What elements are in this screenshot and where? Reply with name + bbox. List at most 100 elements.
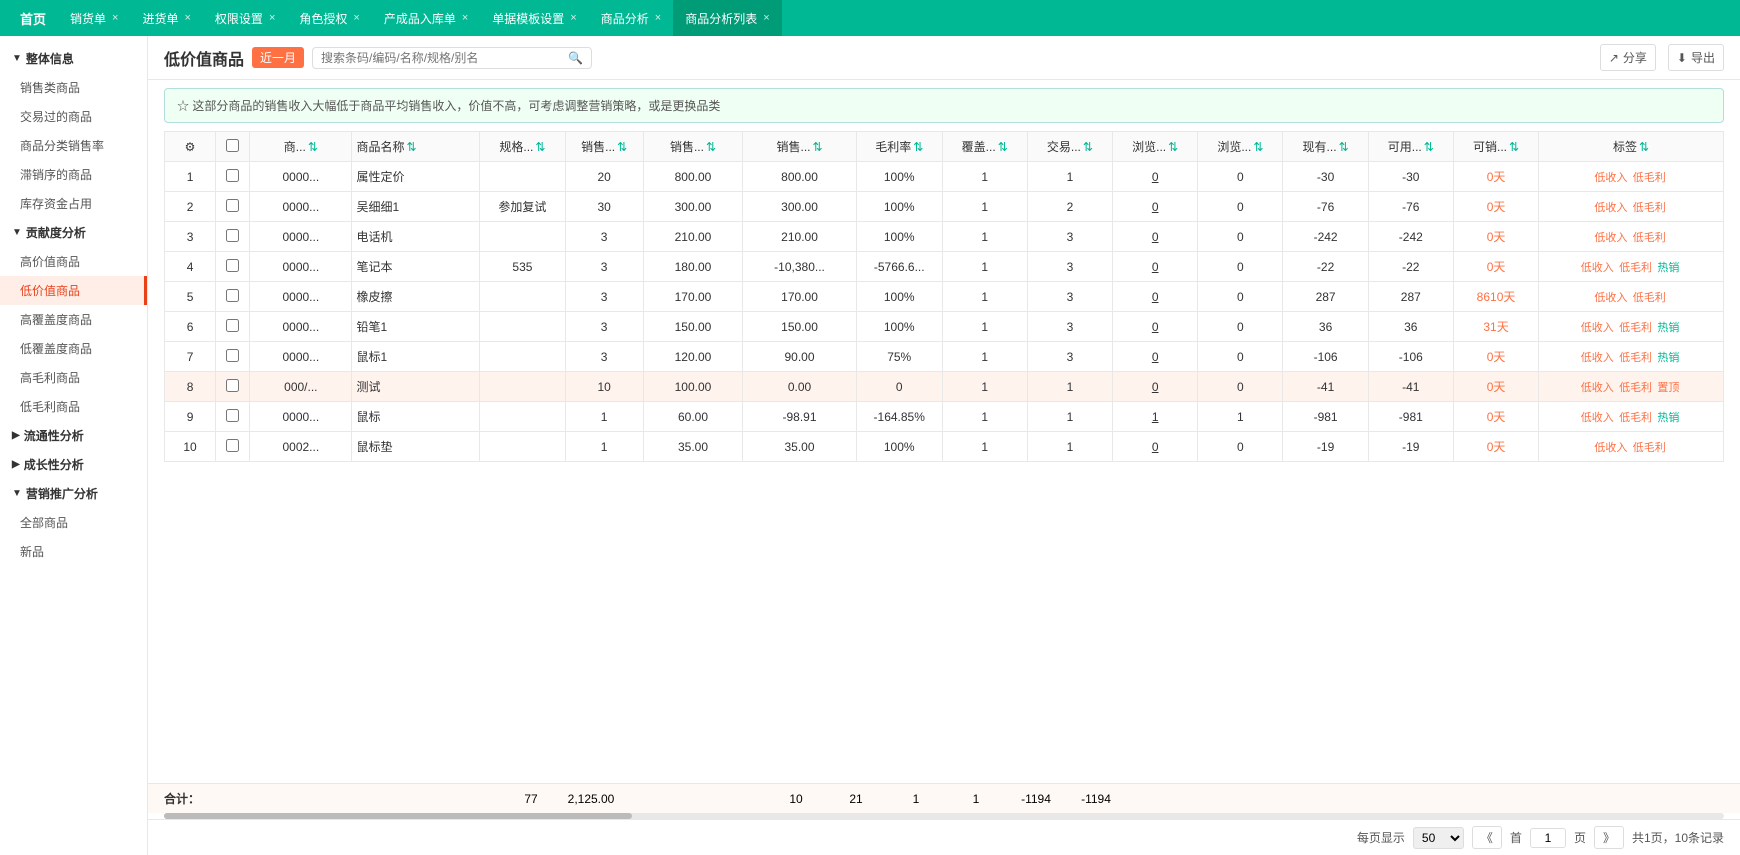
row-browse1[interactable]: 0 [1113, 372, 1198, 402]
col-name-header[interactable]: 商品名称⇅ [352, 132, 480, 162]
col-curr-header[interactable]: 现有...⇅ [1283, 132, 1368, 162]
sidebar-item-new-products[interactable]: 新品 [0, 537, 147, 566]
nav-warehouse[interactable]: 产成品入库单 × [372, 0, 480, 36]
row-checkbox-cell[interactable] [216, 312, 250, 342]
sidebar-item-high-margin[interactable]: 高毛利商品 [0, 363, 147, 392]
col-select-all[interactable] [216, 132, 250, 162]
nav-close-purchase-order[interactable]: × [184, 12, 190, 24]
row-checkbox[interactable] [226, 259, 239, 272]
row-checkbox-cell[interactable] [216, 402, 250, 432]
row-checkbox[interactable] [226, 289, 239, 302]
row-browse1[interactable]: 0 [1113, 222, 1198, 252]
nav-sales-order[interactable]: 销货单 × [58, 0, 130, 36]
browse1-link[interactable]: 0 [1152, 200, 1159, 214]
sidebar-item-low-value[interactable]: 低价值商品 [0, 276, 147, 305]
page-input[interactable] [1530, 828, 1566, 848]
nav-permission[interactable]: 权限设置 × [203, 0, 287, 36]
row-checkbox-cell[interactable] [216, 252, 250, 282]
row-browse1[interactable]: 0 [1113, 342, 1198, 372]
search-input[interactable] [321, 51, 568, 65]
browse1-link[interactable]: 0 [1152, 260, 1159, 274]
row-checkbox-cell[interactable] [216, 432, 250, 462]
browse1-link[interactable]: 0 [1152, 230, 1159, 244]
nav-close-product-analysis-list[interactable]: × [763, 12, 769, 24]
period-button[interactable]: 近一月 [252, 47, 304, 68]
row-checkbox[interactable] [226, 169, 239, 182]
row-checkbox-cell[interactable] [216, 372, 250, 402]
sidebar-group-growth[interactable]: ▶ 成长性分析 [0, 450, 147, 479]
sidebar-item-sales-products[interactable]: 销售类商品 [0, 73, 147, 102]
browse1-link[interactable]: 0 [1152, 320, 1159, 334]
row-checkbox[interactable] [226, 439, 239, 452]
table-container[interactable]: ⚙ 商...⇅ 商品名称⇅ 规格...⇅ 销售...⇅ 销售...⇅ 销售...… [148, 131, 1740, 783]
sidebar-item-high-coverage[interactable]: 高覆盖度商品 [0, 305, 147, 334]
row-checkbox[interactable] [226, 229, 239, 242]
col-sales-gross-header[interactable]: 销售...⇅ [743, 132, 857, 162]
row-checkbox-cell[interactable] [216, 342, 250, 372]
row-checkbox[interactable] [226, 349, 239, 362]
row-checkbox-cell[interactable] [216, 162, 250, 192]
row-checkbox-cell[interactable] [216, 282, 250, 312]
sidebar-group-circulation[interactable]: ▶ 流通性分析 [0, 421, 147, 450]
row-browse1[interactable]: 0 [1113, 252, 1198, 282]
sidebar-item-inventory-capital[interactable]: 库存资金占用 [0, 189, 147, 218]
nav-close-warehouse[interactable]: × [462, 12, 468, 24]
col-sellable-header[interactable]: 可销...⇅ [1453, 132, 1538, 162]
row-browse1[interactable]: 0 [1113, 312, 1198, 342]
row-browse1[interactable]: 0 [1113, 282, 1198, 312]
row-browse1[interactable]: 1 [1113, 402, 1198, 432]
nav-purchase-order[interactable]: 进货单 × [130, 0, 202, 36]
row-checkbox-cell[interactable] [216, 192, 250, 222]
row-checkbox[interactable] [226, 409, 239, 422]
browse1-link[interactable]: 0 [1152, 350, 1159, 364]
sidebar-item-slow-products[interactable]: 滞销序的商品 [0, 160, 147, 189]
export-button[interactable]: ⬇ 导出 [1668, 44, 1724, 71]
sidebar-item-traded-products[interactable]: 交易过的商品 [0, 102, 147, 131]
col-avail-header[interactable]: 可用...⇅ [1368, 132, 1453, 162]
search-icon[interactable]: 🔍 [568, 51, 583, 65]
browse1-link[interactable]: 0 [1152, 290, 1159, 304]
sidebar-group-overview[interactable]: ▼ 整体信息 [0, 44, 147, 73]
browse1-link[interactable]: 0 [1152, 170, 1159, 184]
row-checkbox[interactable] [226, 379, 239, 392]
nav-product-analysis-list[interactable]: 商品分析列表 × [673, 0, 781, 36]
nav-close-product-analysis[interactable]: × [655, 12, 661, 24]
nav-home[interactable]: 首页 [8, 0, 58, 36]
col-browse2-header[interactable]: 浏览...⇅ [1198, 132, 1283, 162]
col-sales-price-header[interactable]: 销售...⇅ [643, 132, 742, 162]
share-button[interactable]: ↗ 分享 [1600, 44, 1656, 71]
row-browse1[interactable]: 0 [1113, 432, 1198, 462]
col-tag-header[interactable]: 标签⇅ [1539, 132, 1724, 162]
nav-close-permission[interactable]: × [269, 12, 275, 24]
first-page-button[interactable]: 《 [1472, 826, 1502, 849]
row-browse1[interactable]: 0 [1113, 162, 1198, 192]
browse1-link[interactable]: 0 [1152, 440, 1159, 454]
col-sales-qty-header[interactable]: 销售...⇅ [565, 132, 643, 162]
nav-close-sales-order[interactable]: × [112, 12, 118, 24]
browse1-link[interactable]: 1 [1152, 410, 1159, 424]
nav-role-auth[interactable]: 角色授权 × [287, 0, 371, 36]
col-gear[interactable]: ⚙ [165, 132, 216, 162]
nav-close-role-auth[interactable]: × [353, 12, 359, 24]
sidebar-item-low-coverage[interactable]: 低覆盖度商品 [0, 334, 147, 363]
row-checkbox-cell[interactable] [216, 222, 250, 252]
col-browse1-header[interactable]: 浏览...⇅ [1113, 132, 1198, 162]
nav-close-template[interactable]: × [570, 12, 576, 24]
col-spec-header[interactable]: 规格...⇅ [480, 132, 565, 162]
sidebar-item-category-rate[interactable]: 商品分类销售率 [0, 131, 147, 160]
col-code-header[interactable]: 商...⇅ [250, 132, 352, 162]
sidebar-group-contribution[interactable]: ▼ 贡献度分析 [0, 218, 147, 247]
row-checkbox[interactable] [226, 199, 239, 212]
col-gp-rate-header[interactable]: 毛利率⇅ [856, 132, 942, 162]
row-checkbox[interactable] [226, 319, 239, 332]
select-all-checkbox[interactable] [226, 139, 239, 152]
sidebar-item-high-value[interactable]: 高价值商品 [0, 247, 147, 276]
next-page-button[interactable]: 》 [1594, 826, 1624, 849]
sidebar-item-low-margin[interactable]: 低毛利商品 [0, 392, 147, 421]
nav-product-analysis[interactable]: 商品分析 × [589, 0, 673, 36]
col-trade-header[interactable]: 交易...⇅ [1027, 132, 1112, 162]
col-cover-header[interactable]: 覆盖...⇅ [942, 132, 1027, 162]
per-page-select[interactable]: 50 20 100 [1413, 827, 1464, 849]
browse1-link[interactable]: 0 [1152, 380, 1159, 394]
sidebar-item-all-products[interactable]: 全部商品 [0, 508, 147, 537]
